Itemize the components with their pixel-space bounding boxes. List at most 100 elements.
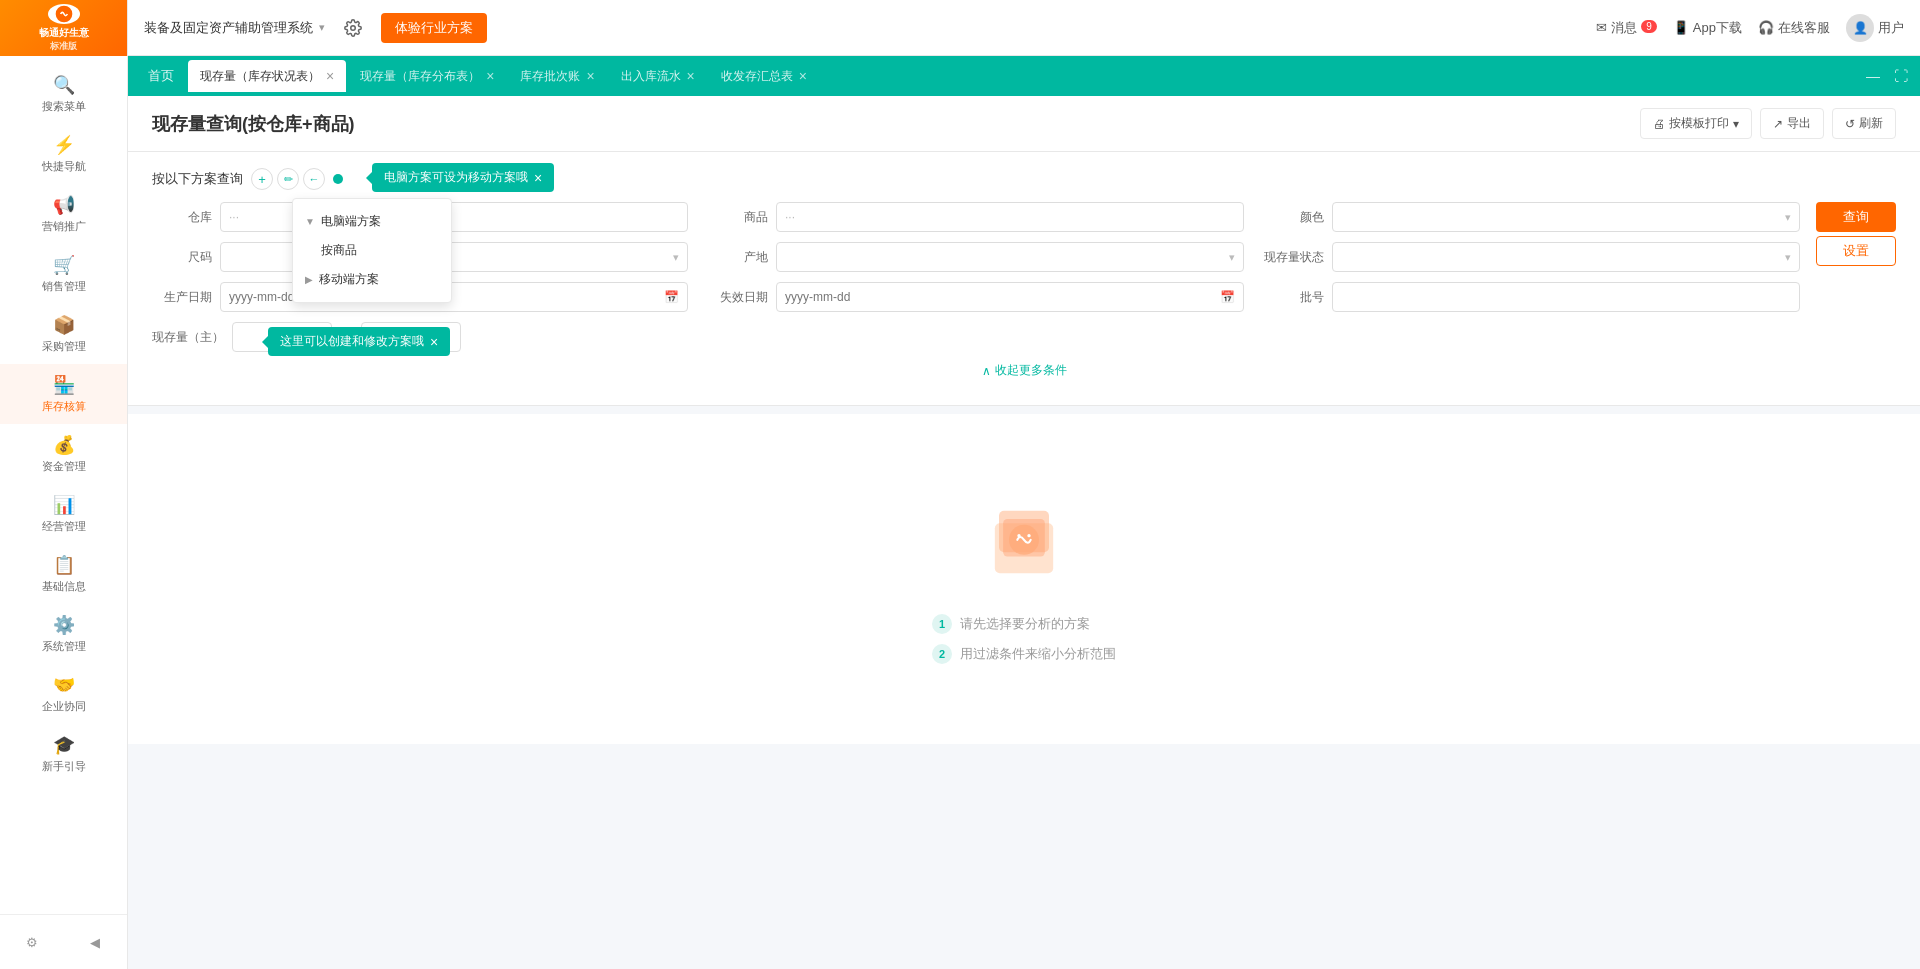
user-avatar: 👤 xyxy=(1846,14,1874,42)
add-schema-btn[interactable]: + xyxy=(251,168,273,190)
svg-point-7 xyxy=(1027,534,1030,537)
sidebar-item-operations[interactable]: 📊 经营管理 xyxy=(0,484,127,544)
sidebar-item-operations-label: 经营管理 xyxy=(42,519,86,534)
schema-item-goods[interactable]: 按商品 xyxy=(293,236,451,265)
tab-close-0[interactable]: × xyxy=(326,69,334,83)
headset-icon: 🎧 xyxy=(1758,20,1774,35)
size-label: 尺码 xyxy=(152,249,212,266)
schema-item-pc[interactable]: ▼ 电脑端方案 xyxy=(293,207,451,236)
tab-home[interactable]: 首页 xyxy=(136,60,186,92)
page-actions: 🖨 按模板打印 ▾ ↗ 导出 ↺ 刷新 xyxy=(1640,108,1896,139)
purchase-icon: 📦 xyxy=(53,314,75,336)
message-btn[interactable]: ✉ 消息 9 xyxy=(1596,19,1657,37)
user-avatar-text: 👤 xyxy=(1853,21,1868,35)
tab-bar: 首页 现存量（库存状况表） × 现存量（库存分布表） × 库存批次账 × 出入库… xyxy=(128,56,1920,96)
goods-label: 商品 xyxy=(708,209,768,226)
tab-batch[interactable]: 库存批次账 × xyxy=(508,60,606,92)
sidebar-collapse-btn[interactable]: ◀ xyxy=(80,927,110,957)
schema-item-mobile[interactable]: ▶ 移动端方案 xyxy=(293,265,451,294)
empty-state: 1 请先选择要分析的方案 2 用过滤条件来缩小分析范围 xyxy=(128,414,1920,744)
sidebar-item-finance-label: 资金管理 xyxy=(42,459,86,474)
marketing-icon: 📢 xyxy=(53,194,75,216)
expiry-date-row: 失效日期 📅 xyxy=(708,282,1244,312)
settings-icon-btn[interactable] xyxy=(337,12,369,44)
expiry-date-field[interactable] xyxy=(785,290,1216,304)
sidebar-settings-btn[interactable]: ⚙ xyxy=(17,927,47,957)
search-btn[interactable]: 查询 xyxy=(1816,202,1896,232)
sidebar-item-purchase[interactable]: 📦 采购管理 xyxy=(0,304,127,364)
collapse-bar[interactable]: ∧ 收起更多条件 xyxy=(152,352,1896,389)
sidebar-item-inventory-label: 库存核算 xyxy=(42,399,86,414)
header-right: ✉ 消息 9 📱 App下载 🎧 在线客服 👤 用户 xyxy=(1596,14,1904,42)
size-chevron: ▾ xyxy=(673,251,679,264)
empty-step-1: 1 请先选择要分析的方案 xyxy=(932,614,1116,634)
basicinfo-icon: 📋 xyxy=(53,554,75,576)
page-title: 现存量查询(按仓库+商品) xyxy=(152,112,355,136)
sidebar-item-sales-label: 销售管理 xyxy=(42,279,86,294)
tab-inventory-dist[interactable]: 现存量（库存分布表） × xyxy=(348,60,506,92)
arrow-schema-btn[interactable]: ← xyxy=(303,168,325,190)
goods-input[interactable]: ··· xyxy=(776,202,1244,232)
tab-close-2[interactable]: × xyxy=(586,69,594,83)
tab-inventory-status[interactable]: 现存量（库存状况表） × xyxy=(188,60,346,92)
sidebar-item-sales[interactable]: 🛒 销售管理 xyxy=(0,244,127,304)
warehouse-input[interactable]: ··· xyxy=(220,202,688,232)
enterprise-icon: 🤝 xyxy=(53,674,75,696)
app-download-label: App下载 xyxy=(1693,19,1742,37)
sidebar-item-inventory[interactable]: 🏪 库存核算 xyxy=(0,364,127,424)
color-row: 颜色 ▾ xyxy=(1264,202,1800,232)
batch-no-input[interactable] xyxy=(1332,282,1800,312)
origin-select[interactable]: ▾ xyxy=(776,242,1244,272)
guide-icon: 🎓 xyxy=(53,734,75,756)
sidebar-item-quicknav[interactable]: ⚡ 快捷导航 xyxy=(0,124,127,184)
industry-btn[interactable]: 体验行业方案 xyxy=(381,13,487,43)
reset-btn[interactable]: 设置 xyxy=(1816,236,1896,266)
main-area: 装备及固定资产辅助管理系统 ▾ 体验行业方案 ✉ 消息 9 📱 App下载 🎧 … xyxy=(128,0,1920,969)
sidebar-item-system[interactable]: ⚙️ 系统管理 xyxy=(0,604,127,664)
expiry-date-label: 失效日期 xyxy=(708,289,768,306)
tooltip-pc-close[interactable]: × xyxy=(534,171,542,185)
app-logo: 畅通好生意 标准版 xyxy=(0,0,127,56)
sidebar-item-search[interactable]: 🔍 搜索菜单 xyxy=(0,64,127,124)
stock-status-select[interactable]: ▾ xyxy=(1332,242,1800,272)
sidebar-item-guide[interactable]: 🎓 新手引导 xyxy=(0,724,127,784)
goods-row: 商品 ··· xyxy=(708,202,1244,232)
sidebar-item-enterprise[interactable]: 🤝 企业协同 xyxy=(0,664,127,724)
tab-summary[interactable]: 收发存汇总表 × xyxy=(709,60,819,92)
tooltip-edit-close[interactable]: × xyxy=(430,334,438,350)
production-date-input[interactable]: 📅 xyxy=(220,282,688,312)
export-btn[interactable]: ↗ 导出 xyxy=(1760,108,1824,139)
sidebar-item-search-label: 搜索菜单 xyxy=(42,99,86,114)
step-1-text: 请先选择要分析的方案 xyxy=(960,615,1090,633)
sidebar-item-finance[interactable]: 💰 资金管理 xyxy=(0,424,127,484)
stock-status-label: 现存量状态 xyxy=(1264,249,1324,266)
expiry-date-input[interactable]: 📅 xyxy=(776,282,1244,312)
tooltip-edit-schema: 这里可以创建和修改方案哦 × xyxy=(268,327,450,356)
sidebar-item-basicinfo[interactable]: 📋 基础信息 xyxy=(0,544,127,604)
empty-step-2: 2 用过滤条件来缩小分析范围 xyxy=(932,644,1116,664)
print-btn[interactable]: 🖨 按模板打印 ▾ xyxy=(1640,108,1752,139)
print-chevron: ▾ xyxy=(1733,117,1739,131)
refresh-btn[interactable]: ↺ 刷新 xyxy=(1832,108,1896,139)
app-download-btn[interactable]: 📱 App下载 xyxy=(1673,19,1742,37)
tab-maximize-btn[interactable]: ⛶ xyxy=(1890,64,1912,88)
user-area[interactable]: 👤 用户 xyxy=(1846,14,1904,42)
tab-label-4: 收发存汇总表 xyxy=(721,68,793,85)
size-select[interactable]: ▾ xyxy=(220,242,688,272)
sidebar-item-basicinfo-label: 基础信息 xyxy=(42,579,86,594)
origin-label: 产地 xyxy=(708,249,768,266)
schema-dropdown: ▼ 电脑端方案 按商品 ▶ 移动端方案 xyxy=(292,198,452,303)
sidebar-item-marketing[interactable]: 📢 营销推广 xyxy=(0,184,127,244)
color-label: 颜色 xyxy=(1264,209,1324,226)
tab-close-1[interactable]: × xyxy=(486,69,494,83)
tab-flow[interactable]: 出入库流水 × xyxy=(609,60,707,92)
color-select[interactable]: ▾ xyxy=(1332,202,1800,232)
tab-close-4[interactable]: × xyxy=(799,69,807,83)
tab-label-2: 库存批次账 xyxy=(520,68,580,85)
empty-steps: 1 请先选择要分析的方案 2 用过滤条件来缩小分析范围 xyxy=(932,614,1116,664)
tooltip-pc-schema: 电脑方案可设为移动方案哦 × xyxy=(372,163,554,192)
tab-close-3[interactable]: × xyxy=(687,69,695,83)
online-support-btn[interactable]: 🎧 在线客服 xyxy=(1758,19,1830,37)
tab-minimize-btn[interactable]: — xyxy=(1862,64,1884,88)
edit-schema-btn[interactable]: ✏ xyxy=(277,168,299,190)
